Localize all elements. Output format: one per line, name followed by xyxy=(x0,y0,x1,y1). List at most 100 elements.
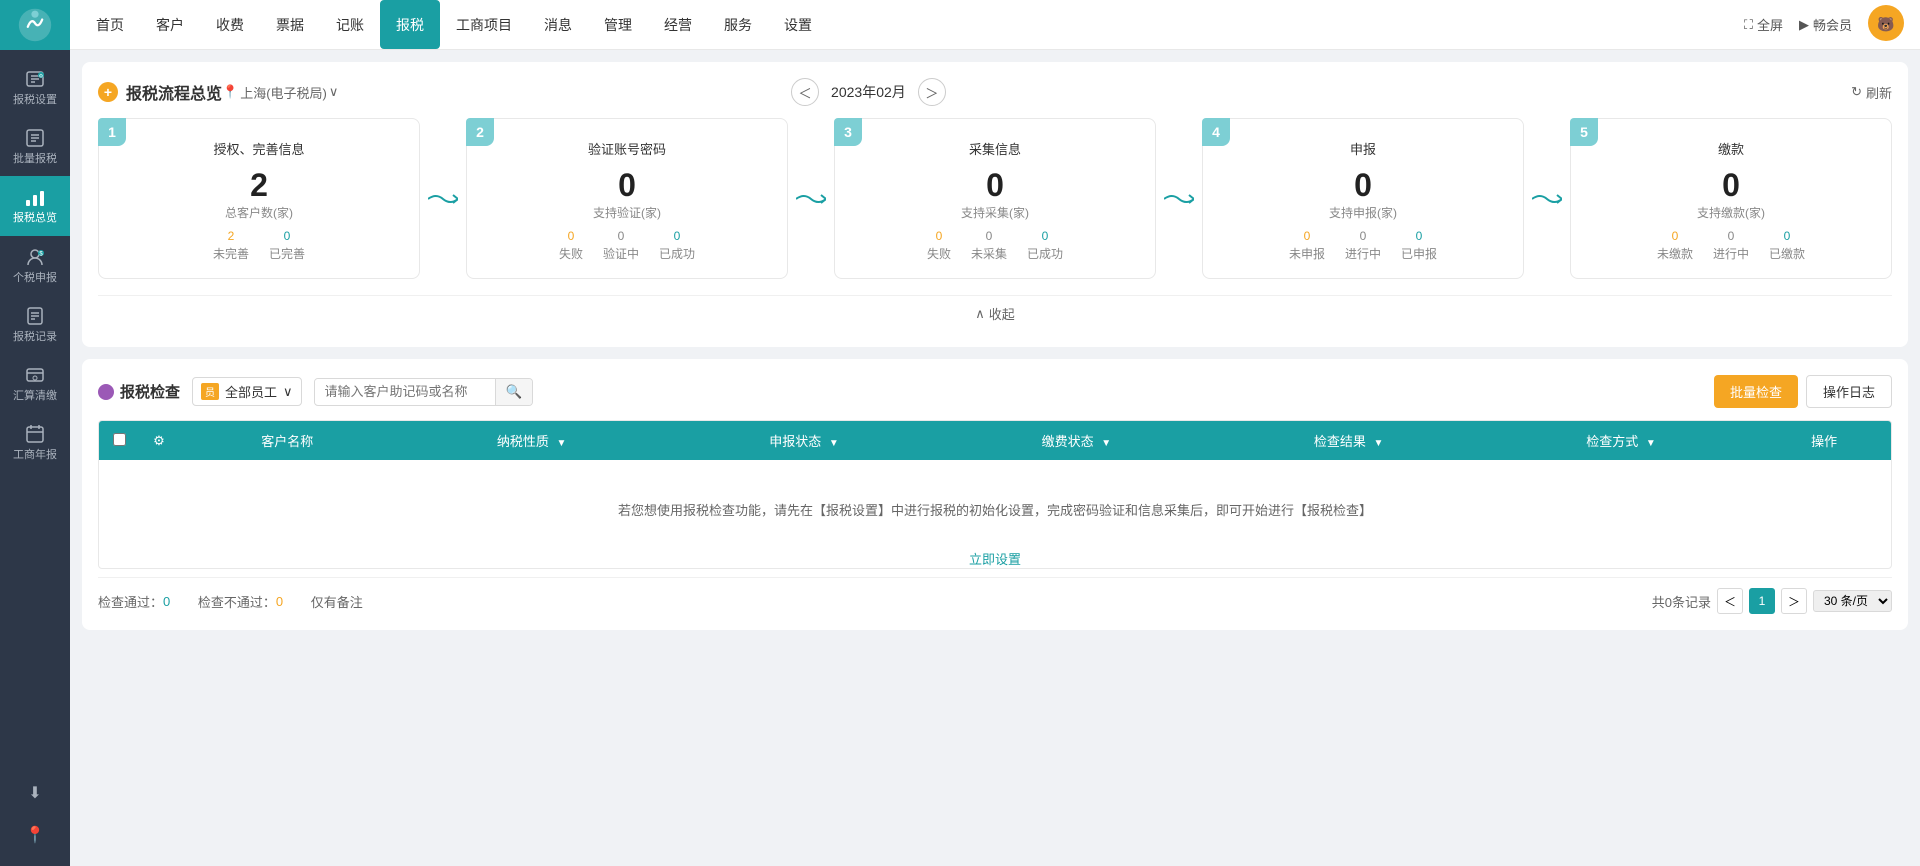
step-5-detail-1: 0 进行中 xyxy=(1713,229,1749,262)
table-header-check-result: 检查结果 ▼ xyxy=(1213,421,1485,460)
tax-type-filter-icon[interactable]: ▼ xyxy=(557,438,567,449)
pay-status-filter-icon[interactable]: ▼ xyxy=(1101,438,1111,449)
step-1-detail: 2 未完善 0 已完善 xyxy=(115,229,403,262)
step-1-detail-0: 2 未完善 xyxy=(213,229,249,262)
next-page-btn[interactable]: ＞ xyxy=(1781,588,1807,614)
check-fail-label: 检查不通过： xyxy=(198,592,276,611)
step-2-num-2[interactable]: 0 xyxy=(674,229,681,243)
step-4-card: 4 申报 0 支持申报(家) 0 未申报 0 进行中 xyxy=(1202,118,1524,279)
operation-log-btn[interactable]: 操作日志 xyxy=(1806,375,1892,408)
main-nav: 首页 客户 收费 票据 记账 报税 工商项目 消息 管理 经营 服务 设置 xyxy=(70,0,1744,49)
select-all-checkbox[interactable] xyxy=(113,433,126,446)
nav-accounting[interactable]: 记账 xyxy=(320,0,380,49)
nav-fee[interactable]: 收费 xyxy=(200,0,260,49)
refresh-icon: ↻ xyxy=(1851,84,1862,100)
nav-home[interactable]: 首页 xyxy=(80,0,140,49)
nav-business[interactable]: 工商项目 xyxy=(440,0,528,49)
month-nav: ＜ 2023年02月 ＞ xyxy=(791,78,946,106)
step-3-detail: 0 失败 0 未采集 0 已成功 xyxy=(851,229,1139,262)
table-header-tax-type: 纳税性质 ▼ xyxy=(396,421,668,460)
table-header-operation: 操作 xyxy=(1757,421,1891,460)
step-1-card: 1 授权、完善信息 2 总客户数(家) 2 未完善 0 已完善 xyxy=(98,118,420,279)
footer-separator-1 xyxy=(182,594,186,609)
step-1-count: 2 xyxy=(115,166,403,204)
search-input[interactable] xyxy=(315,379,495,404)
check-actions: 批量检查 操作日志 xyxy=(1714,375,1892,408)
nav-operation[interactable]: 经营 xyxy=(648,0,708,49)
check-method-filter-icon[interactable]: ▼ xyxy=(1646,438,1656,449)
sidebar-item-annual-report[interactable]: 工商年报 xyxy=(0,413,70,472)
step-5-num-1[interactable]: 0 xyxy=(1728,229,1735,243)
location-selector[interactable]: 📍 上海(电子税局) ∨ xyxy=(222,83,338,102)
refresh-btn[interactable]: ↻ 刷新 xyxy=(1851,83,1892,102)
step-3-num-1[interactable]: 0 xyxy=(986,229,993,243)
tax-record-icon xyxy=(24,305,46,327)
sidebar-item-tax-overview[interactable]: 报税总览 xyxy=(0,176,70,235)
nav-settings[interactable]: 设置 xyxy=(768,0,828,49)
per-page-select[interactable]: 30 条/页 xyxy=(1813,590,1892,612)
sidebar-item-tax-record[interactable]: 报税记录 xyxy=(0,295,70,354)
fullscreen-icon: ⛶ xyxy=(1744,17,1753,33)
check-table: ⚙ 客户名称 纳税性质 ▼ 申报状态 ▼ xyxy=(99,421,1891,460)
declare-status-filter-icon[interactable]: ▼ xyxy=(829,438,839,449)
check-pass-count[interactable]: 0 xyxy=(163,594,170,609)
sidebar-item-personal-tax[interactable]: $ 个税申报 xyxy=(0,236,70,295)
collapse-bar[interactable]: ∧ 收起 xyxy=(98,295,1892,331)
table-settings-icon[interactable]: ⚙ xyxy=(153,433,165,448)
member-btn[interactable]: ▶ 畅会员 xyxy=(1799,15,1852,34)
batch-check-btn[interactable]: 批量检查 xyxy=(1714,375,1798,408)
sidebar-label-tax-overview: 报税总览 xyxy=(13,212,57,225)
step-4-num-2[interactable]: 0 xyxy=(1416,229,1423,243)
step-3-num-2[interactable]: 0 xyxy=(1042,229,1049,243)
employee-filter[interactable]: 员 全部员工 ∨ xyxy=(192,377,302,406)
step-2-title: 验证账号密码 xyxy=(483,139,771,158)
check-header: 报税检查 员 全部员工 ∨ 🔍 批量检查 操作日志 xyxy=(98,375,1892,408)
nav-customer[interactable]: 客户 xyxy=(140,0,200,49)
nav-invoice[interactable]: 票据 xyxy=(260,0,320,49)
step-4-num-1[interactable]: 0 xyxy=(1360,229,1367,243)
page-1-btn[interactable]: 1 xyxy=(1749,588,1775,614)
set-link[interactable]: 立即设置 xyxy=(99,549,1891,568)
step-2-detail-1: 0 验证中 xyxy=(603,229,639,262)
sidebar-item-batch-tax[interactable]: 批量报税 xyxy=(0,117,70,176)
check-fail-count[interactable]: 0 xyxy=(276,594,283,609)
step-1-num-0[interactable]: 2 xyxy=(228,229,235,243)
logo-area xyxy=(0,0,70,50)
step-4-label-1: 进行中 xyxy=(1345,245,1381,262)
step-5-num-2[interactable]: 0 xyxy=(1784,229,1791,243)
step-5-num-0[interactable]: 0 xyxy=(1672,229,1679,243)
search-button[interactable]: 🔍 xyxy=(495,379,533,405)
sidebar-item-tax-settings[interactable]: ⚙ 报税设置 xyxy=(0,58,70,117)
sidebar-item-location[interactable]: 📍 xyxy=(24,814,46,856)
step-1-unit: 总客户数(家) xyxy=(115,204,403,221)
nav-tax[interactable]: 报税 xyxy=(380,0,440,49)
check-table-container: ⚙ 客户名称 纳税性质 ▼ 申报状态 ▼ xyxy=(98,420,1892,569)
next-month-btn[interactable]: ＞ xyxy=(918,78,946,106)
employee-chevron-icon: ∨ xyxy=(283,384,293,400)
col-name-label: 客户名称 xyxy=(261,434,313,449)
check-result-filter-icon[interactable]: ▼ xyxy=(1374,438,1384,449)
nav-service[interactable]: 服务 xyxy=(708,0,768,49)
prev-page-btn[interactable]: ＜ xyxy=(1717,588,1743,614)
step-4-num-0[interactable]: 0 xyxy=(1304,229,1311,243)
nav-message[interactable]: 消息 xyxy=(528,0,588,49)
step-4-unit: 支持申报(家) xyxy=(1219,204,1507,221)
overview-plus-icon: + xyxy=(98,82,118,102)
prev-month-btn[interactable]: ＜ xyxy=(791,78,819,106)
step-3-num-0[interactable]: 0 xyxy=(936,229,943,243)
current-month: 2023年02月 xyxy=(831,82,906,102)
location-text: 上海(电子税局) xyxy=(240,83,327,102)
batch-tax-icon xyxy=(24,127,46,149)
sidebar-item-download[interactable]: ⬇ xyxy=(24,772,46,814)
nav-manage[interactable]: 管理 xyxy=(588,0,648,49)
step-3-label-1: 未采集 xyxy=(971,245,1007,262)
step-1-num-1[interactable]: 0 xyxy=(284,229,291,243)
sidebar-item-settlement[interactable]: 汇算清缴 xyxy=(0,354,70,413)
step-1-detail-1: 0 已完善 xyxy=(269,229,305,262)
step-5-title: 缴款 xyxy=(1587,139,1875,158)
step-2-num-0[interactable]: 0 xyxy=(568,229,575,243)
settlement-icon xyxy=(24,364,46,386)
step-5-label-1: 进行中 xyxy=(1713,245,1749,262)
fullscreen-btn[interactable]: ⛶ 全屏 xyxy=(1744,15,1783,34)
step-2-num-1[interactable]: 0 xyxy=(618,229,625,243)
